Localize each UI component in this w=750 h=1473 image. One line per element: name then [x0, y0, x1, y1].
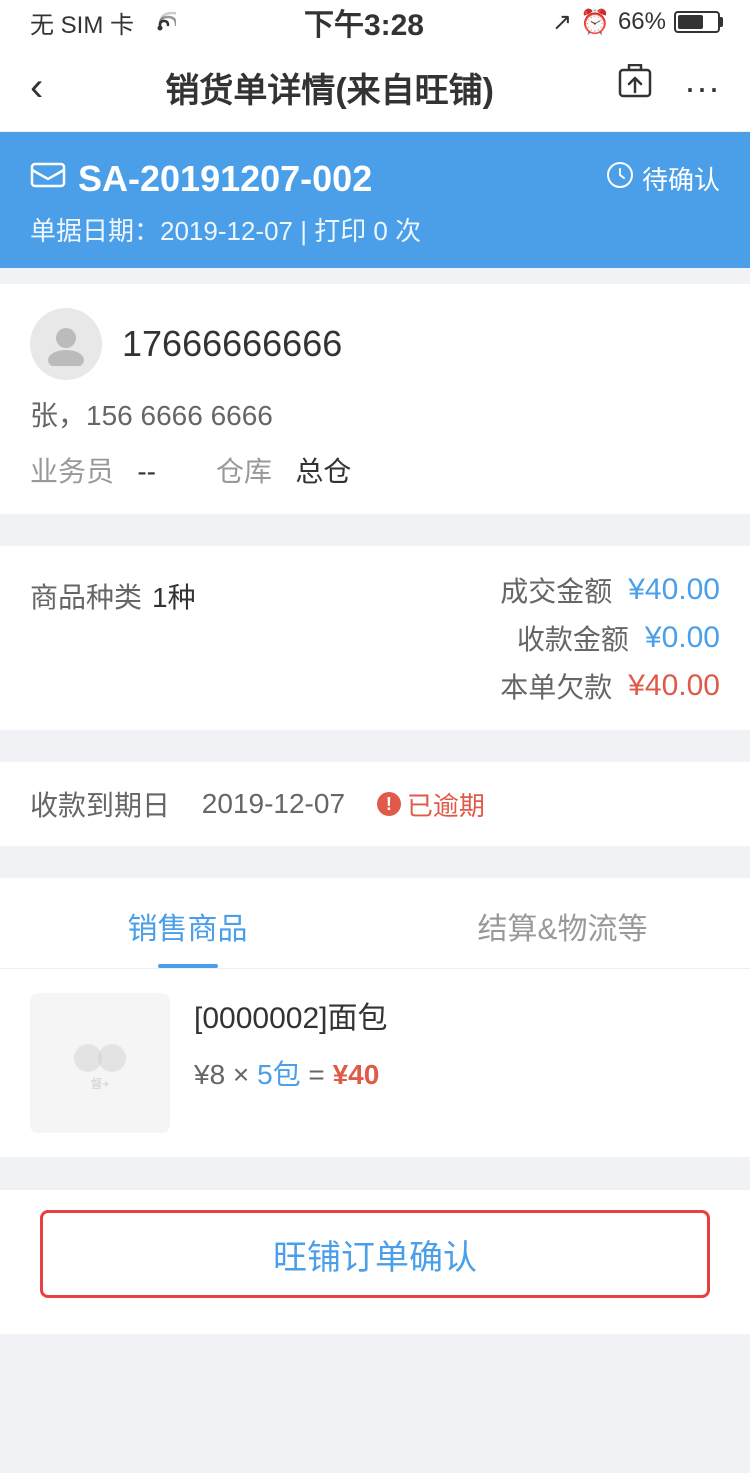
bottom-bar: 旺铺订单确认 — [0, 1189, 750, 1334]
location-icon: ↗ — [552, 8, 572, 37]
warehouse-field: 仓库 总仓 — [216, 450, 351, 490]
received-amount-value: ¥0.00 — [645, 621, 720, 655]
warehouse-label: 仓库 — [216, 456, 272, 487]
customer-name: 张，156 6666 6666 — [30, 394, 720, 434]
owed-amount-row: 本单欠款 ¥40.00 — [500, 666, 720, 706]
customer-section: 17666666666 张，156 6666 6666 业务员 -- 仓库 总仓 — [0, 284, 750, 514]
wifi-icon — [144, 7, 176, 38]
overdue-badge: ! 已逾期 — [377, 786, 485, 823]
overdue-text: 已逾期 — [407, 786, 485, 823]
price-base: ¥8 × — [194, 1059, 257, 1090]
order-date: 单据日期：2019-12-07 | 打印 0 次 — [30, 211, 720, 248]
salesperson-label: 业务员 — [30, 456, 114, 487]
tabs-container: 销售商品 结算&物流等 — [0, 878, 750, 969]
avatar — [30, 308, 102, 380]
battery-percent: 66% — [618, 8, 666, 36]
status-left: 无 SIM 卡 — [30, 5, 176, 40]
salesperson-field: 业务员 -- — [30, 450, 156, 490]
divider-1 — [0, 268, 750, 284]
divider-3 — [0, 746, 750, 762]
alarm-icon: ⏰ — [580, 8, 610, 37]
warehouse-value: 总仓 — [295, 456, 351, 487]
order-status: 待确认 — [606, 160, 720, 197]
back-button[interactable]: ‹ — [30, 65, 43, 110]
customer-meta: 业务员 -- 仓库 总仓 — [30, 450, 720, 490]
due-date-label: 收款到期日 — [30, 784, 170, 824]
tab-settlement[interactable]: 结算&物流等 — [375, 878, 750, 968]
received-amount-row: 收款金额 ¥0.00 — [517, 618, 720, 658]
due-date-value: 2019-12-07 — [202, 788, 345, 820]
customer-phone: 17666666666 — [122, 323, 342, 365]
product-name: [0000002]面包 — [194, 993, 720, 1037]
product-thumbnail: 督+ — [30, 993, 170, 1133]
more-button[interactable]: ··· — [684, 67, 720, 109]
deal-amount-value: ¥40.00 — [628, 573, 720, 607]
order-header: SA-20191207-002 待确认 单据日期：2019-12-07 | 打印… — [0, 132, 750, 268]
status-right: ↗ ⏰ 66% — [552, 8, 720, 37]
salesperson-value: -- — [137, 456, 156, 487]
received-amount-label: 收款金额 — [517, 618, 629, 658]
owed-amount-label: 本单欠款 — [500, 666, 612, 706]
quantity-highlight: 5包 — [257, 1059, 301, 1090]
divider-2 — [0, 530, 750, 546]
amounts-section: 成交金额 ¥40.00 收款金额 ¥0.00 本单欠款 ¥40.00 — [500, 570, 720, 706]
time-display: 下午3:28 — [304, 0, 424, 44]
divider-4 — [0, 862, 750, 878]
tab-sales-products[interactable]: 销售商品 — [0, 878, 375, 968]
owed-amount-value: ¥40.00 — [628, 669, 720, 703]
order-id-row: SA-20191207-002 待确认 — [30, 156, 720, 201]
deal-amount-label: 成交金额 — [500, 570, 612, 610]
deal-amount-row: 成交金额 ¥40.00 — [500, 570, 720, 610]
status-bar: 无 SIM 卡 下午3:28 ↗ ⏰ 66% — [0, 0, 750, 44]
page-title: 销货单详情(来自旺铺) — [165, 63, 494, 112]
nav-bar: ‹ 销货单详情(来自旺铺) ··· — [0, 44, 750, 132]
carrier-text: 无 SIM 卡 — [30, 5, 134, 40]
product-item: 督+ [0000002]面包 ¥8 × 5包 = ¥40 — [0, 969, 750, 1157]
battery-icon — [674, 11, 720, 33]
nav-actions: ··· — [616, 64, 720, 111]
due-section: 收款到期日 2019-12-07 ! 已逾期 — [0, 762, 750, 846]
confirm-order-button[interactable]: 旺铺订单确认 — [40, 1210, 710, 1298]
product-info: [0000002]面包 ¥8 × 5包 = ¥40 — [194, 993, 720, 1093]
order-icon — [30, 156, 66, 201]
customer-top: 17666666666 — [30, 308, 720, 380]
clock-icon — [606, 161, 634, 196]
overdue-dot-icon: ! — [377, 792, 401, 816]
product-type-field: 商品种类 1种 — [30, 570, 500, 616]
share-button[interactable] — [616, 64, 654, 111]
product-type-value: 1种 — [152, 576, 196, 616]
product-price-formula: ¥8 × 5包 = ¥40 — [194, 1053, 720, 1093]
price-total: ¥40 — [333, 1059, 380, 1090]
summary-section: 商品种类 1种 成交金额 ¥40.00 收款金额 ¥0.00 本单欠款 ¥40.… — [0, 546, 750, 730]
equals-sign: = — [308, 1059, 332, 1090]
order-id: SA-20191207-002 — [30, 156, 372, 201]
svg-text:督+: 督+ — [90, 1076, 109, 1091]
product-type-label: 商品种类 — [30, 576, 142, 616]
